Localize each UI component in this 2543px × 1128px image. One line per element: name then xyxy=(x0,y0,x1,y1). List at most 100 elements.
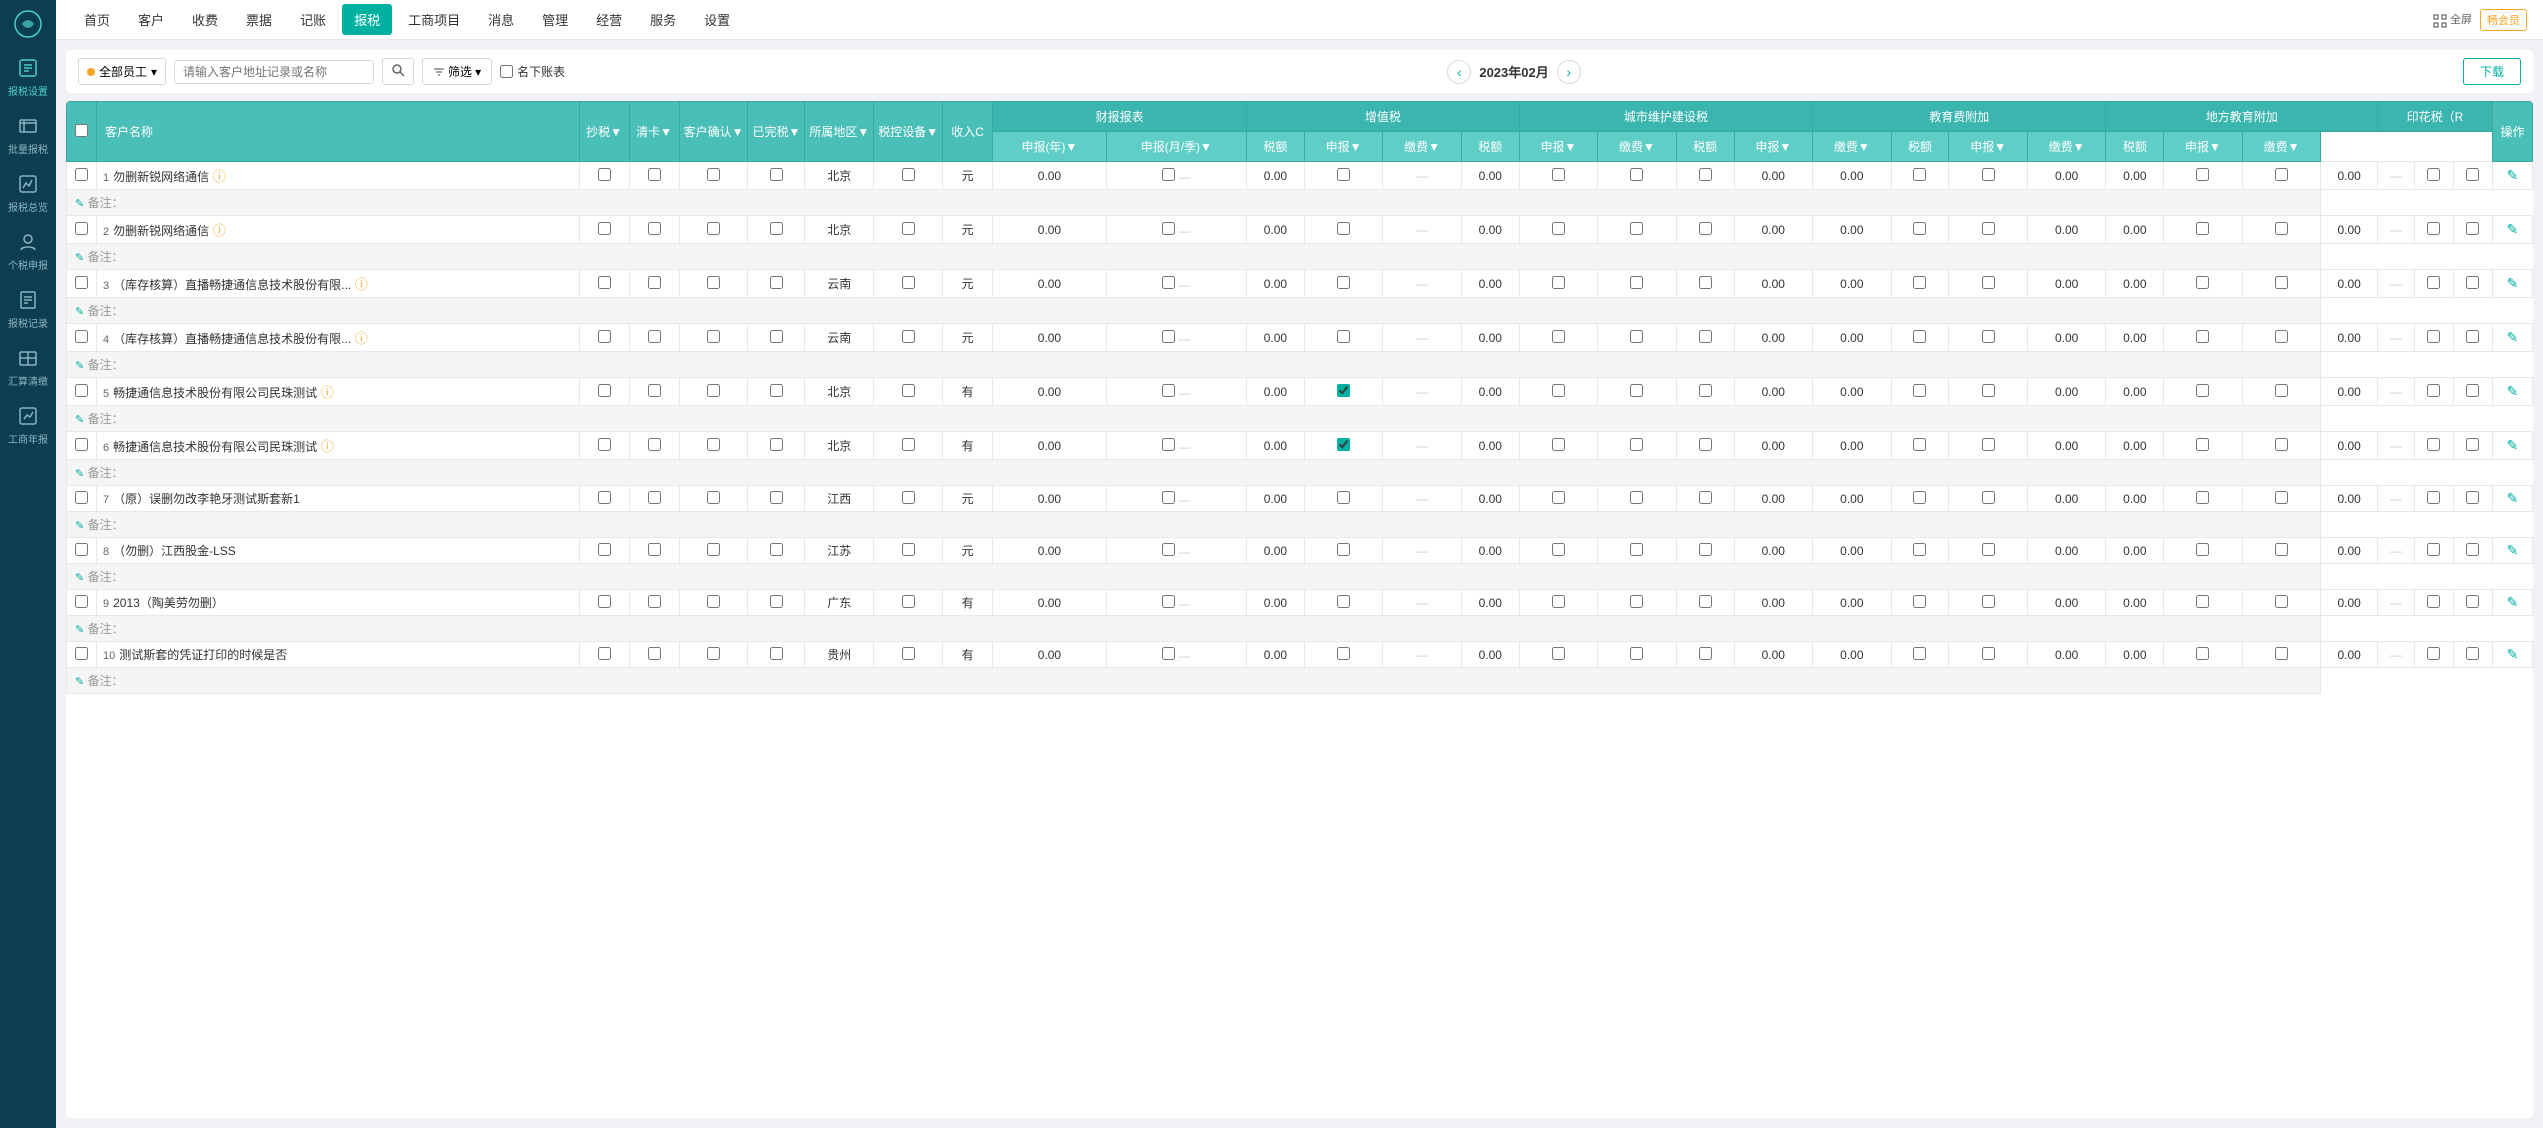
nav-management[interactable]: 管理 xyxy=(530,4,580,35)
nav-services[interactable]: 服务 xyxy=(638,4,688,35)
stamp-col-2 xyxy=(2453,324,2492,352)
vat-extra: 0.00 xyxy=(1461,590,1519,616)
stamp-col-1 xyxy=(2415,324,2454,352)
warning-icon[interactable]: ⓘ xyxy=(209,223,226,238)
search-button[interactable] xyxy=(382,58,414,85)
customer-confirm xyxy=(679,642,748,668)
sidebar-item-settlement[interactable]: 汇算清缴 xyxy=(0,338,56,396)
warning-icon[interactable]: ⓘ xyxy=(317,385,334,400)
prev-month-button[interactable]: ‹ xyxy=(1447,60,1471,84)
note-pencil-icon[interactable]: ✎ xyxy=(75,306,84,318)
nav-fees[interactable]: 收费 xyxy=(180,4,230,35)
next-month-button[interactable]: › xyxy=(1557,60,1581,84)
sidebar-item-tax-records[interactable]: 报税记录 xyxy=(0,280,56,338)
operations[interactable]: ✎ xyxy=(2493,642,2533,668)
warning-icon[interactable]: ⓘ xyxy=(209,169,226,184)
financial-amount: 0.00 xyxy=(993,432,1107,460)
local-edu-col-3: 0.00 xyxy=(2321,642,2378,668)
select-all-checkbox[interactable] xyxy=(75,124,88,137)
edit-icon[interactable]: ✎ xyxy=(2507,437,2519,453)
row-number xyxy=(67,590,97,616)
income: 元 xyxy=(943,162,993,190)
note-pencil-icon[interactable]: ✎ xyxy=(75,624,84,636)
tax-device xyxy=(874,432,943,460)
edit-icon[interactable]: ✎ xyxy=(2507,542,2519,558)
note-cell: ✎ 备注： xyxy=(67,460,2321,486)
sidebar-item-tax-settings[interactable]: 报税设置 xyxy=(0,48,56,106)
edit-icon[interactable]: ✎ xyxy=(2507,275,2519,291)
sidebar-item-batch-tax[interactable]: 批量报税 xyxy=(0,106,56,164)
filter-button[interactable]: 筛选 ▾ xyxy=(422,58,492,85)
note-pencil-icon[interactable]: ✎ xyxy=(75,198,84,210)
vat-amount: 0.00 xyxy=(1247,642,1305,668)
note-pencil-icon[interactable]: ✎ xyxy=(75,360,84,372)
edit-icon[interactable]: ✎ xyxy=(2507,646,2519,662)
operations[interactable]: ✎ xyxy=(2493,378,2533,406)
named-list-check[interactable] xyxy=(500,65,513,78)
local-edu-col-0: 0.00 xyxy=(2106,270,2164,298)
sidebar-item-annual-report[interactable]: 工商年报 xyxy=(0,396,56,454)
edit-icon[interactable]: ✎ xyxy=(2507,329,2519,345)
nav-invoices[interactable]: 票据 xyxy=(234,4,284,35)
stamp-col-1 xyxy=(2415,162,2454,190)
warning-icon[interactable]: ⓘ xyxy=(351,277,368,292)
edit-icon[interactable]: ✎ xyxy=(2507,490,2519,506)
sidebar-item-personal-tax[interactable]: 个税申报 xyxy=(0,222,56,280)
sidebar-item-tax-overview[interactable]: 报税总览 xyxy=(0,164,56,222)
employee-select[interactable]: 全部员工 ▾ xyxy=(78,58,166,85)
financial-report-check: — xyxy=(1106,486,1246,512)
nav-messages[interactable]: 消息 xyxy=(476,4,526,35)
note-pencil-icon[interactable]: ✎ xyxy=(75,520,84,532)
th-city-amount: 税额 xyxy=(1461,132,1519,162)
nav-settings[interactable]: 设置 xyxy=(692,4,742,35)
operations[interactable]: ✎ xyxy=(2493,270,2533,298)
operations[interactable]: ✎ xyxy=(2493,590,2533,616)
note-pencil-icon[interactable]: ✎ xyxy=(75,468,84,480)
warning-icon[interactable]: ⓘ xyxy=(317,439,334,454)
operations[interactable]: ✎ xyxy=(2493,162,2533,190)
note-pencil-icon[interactable]: ✎ xyxy=(75,252,84,264)
stamp-col-1 xyxy=(2415,216,2454,244)
note-pencil-icon[interactable]: ✎ xyxy=(75,572,84,584)
edit-icon[interactable]: ✎ xyxy=(2507,167,2519,183)
city-declare xyxy=(1519,642,1598,668)
th-local-declare: 申报▼ xyxy=(1949,132,2028,162)
city-amount xyxy=(1676,538,1734,564)
operations[interactable]: ✎ xyxy=(2493,216,2533,244)
nav-tax[interactable]: 报税 xyxy=(342,4,392,35)
download-button[interactable]: 下载 xyxy=(2463,58,2521,85)
vat-declare xyxy=(1304,162,1383,190)
vip-btn[interactable]: 畅会员 xyxy=(2480,9,2527,31)
paid-tax xyxy=(748,432,805,460)
nav-bookkeeping[interactable]: 记账 xyxy=(288,4,338,35)
edu-col-2 xyxy=(1949,378,2028,406)
paid-tax xyxy=(748,538,805,564)
nav-operations[interactable]: 经营 xyxy=(584,4,634,35)
nav-home[interactable]: 首页 xyxy=(72,4,122,35)
app-logo xyxy=(0,0,56,48)
note-pencil-icon[interactable]: ✎ xyxy=(75,676,84,688)
operations[interactable]: ✎ xyxy=(2493,324,2533,352)
city-amount xyxy=(1676,486,1734,512)
fullscreen-btn[interactable]: 全屏 xyxy=(2433,11,2472,27)
stamp-col-1 xyxy=(2415,432,2454,460)
vat-pay: — xyxy=(1383,432,1462,460)
nav-business[interactable]: 工商项目 xyxy=(396,4,472,35)
operations[interactable]: ✎ xyxy=(2493,486,2533,512)
warning-icon[interactable]: ⓘ xyxy=(351,331,368,346)
edit-icon[interactable]: ✎ xyxy=(2507,594,2519,610)
operations[interactable]: ✎ xyxy=(2493,432,2533,460)
clear-card xyxy=(629,538,679,564)
edit-icon[interactable]: ✎ xyxy=(2507,383,2519,399)
search-input[interactable] xyxy=(174,60,374,84)
named-list-checkbox[interactable]: 名下账表 xyxy=(500,63,565,80)
customer-confirm xyxy=(679,538,748,564)
operations[interactable]: ✎ xyxy=(2493,538,2533,564)
city-declare xyxy=(1519,538,1598,564)
vat-pay: — xyxy=(1383,590,1462,616)
city-declare xyxy=(1519,432,1598,460)
nav-customers[interactable]: 客户 xyxy=(126,4,176,35)
note-pencil-icon[interactable]: ✎ xyxy=(75,414,84,426)
edit-icon[interactable]: ✎ xyxy=(2507,221,2519,237)
note-cell: ✎ 备注： xyxy=(67,244,2321,270)
